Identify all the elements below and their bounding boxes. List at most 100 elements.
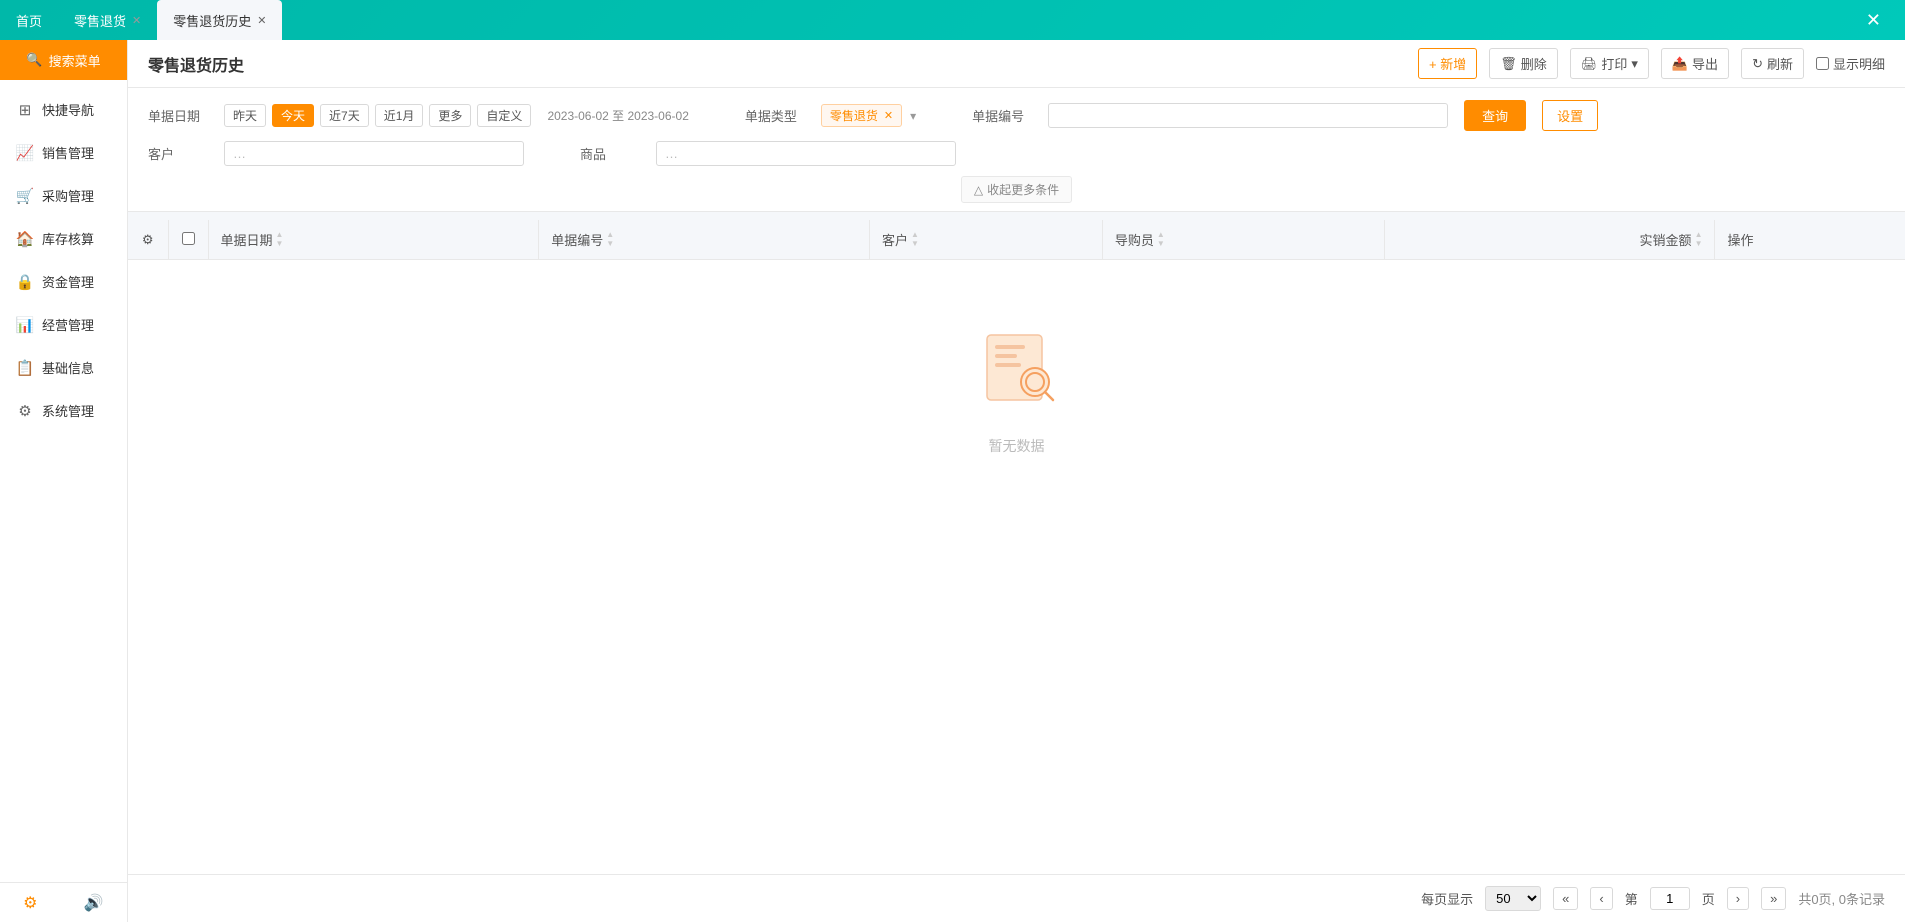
- col-actual-amount-sort[interactable]: ▲ ▼: [1695, 231, 1703, 248]
- page-header: 零售退货历史 + 新增 🗑 删除 🖨 打印 ▾ 📤 导出 ↻: [128, 40, 1905, 88]
- sidebar-item-operations[interactable]: 📊 经营管理: [0, 303, 127, 346]
- purchase-mgmt-icon: 🛒: [16, 187, 34, 205]
- sidebar-item-sys-mgmt-label: 系统管理: [42, 401, 94, 420]
- settings-button[interactable]: 设置: [1542, 100, 1598, 131]
- search-icon: 🔍: [26, 52, 42, 68]
- sidebar-item-sales-mgmt[interactable]: 📈 销售管理: [0, 131, 127, 174]
- date-btn-custom[interactable]: 自定义: [477, 104, 531, 127]
- empty-icon: [967, 320, 1067, 420]
- sort-up-icon: ▲: [1695, 231, 1703, 239]
- customer-input[interactable]: …: [224, 141, 524, 166]
- tab-retail-return-close[interactable]: ✕: [132, 14, 141, 27]
- sort-up-icon: ▲: [911, 231, 919, 239]
- refresh-icon: ↻: [1752, 56, 1763, 72]
- col-checkbox[interactable]: [168, 220, 208, 260]
- goods-placeholder: …: [665, 146, 678, 161]
- doc-type-tag-value: 零售退货: [830, 107, 878, 124]
- data-table: ⚙ 单据日期 ▲ ▼: [128, 220, 1905, 260]
- col-doc-number-sort[interactable]: ▲ ▼: [606, 231, 614, 248]
- tab-list: 首页 零售退货 ✕ 零售退货历史 ✕: [0, 0, 1858, 40]
- page-size-select[interactable]: 50 20 100: [1485, 886, 1541, 911]
- col-settings[interactable]: ⚙: [128, 220, 168, 260]
- goods-input[interactable]: …: [656, 141, 956, 166]
- next-page-button[interactable]: ›: [1727, 887, 1749, 910]
- sidebar-item-base-info[interactable]: 📋 基础信息: [0, 346, 127, 389]
- refresh-button[interactable]: ↻ 刷新: [1741, 48, 1804, 79]
- select-all-checkbox[interactable]: [182, 232, 195, 245]
- tab-retail-return[interactable]: 零售退货 ✕: [58, 0, 157, 40]
- sidebar-item-base-info-label: 基础信息: [42, 358, 94, 377]
- sidebar-item-purchase-mgmt[interactable]: 🛒 采购管理: [0, 174, 127, 217]
- pagination-bar: 每页显示 50 20 100 « ‹ 第 页 › » 共0页, 0条记录: [128, 874, 1905, 922]
- settings-col-icon[interactable]: ⚙: [142, 232, 154, 247]
- col-customer-sort[interactable]: ▲ ▼: [911, 231, 919, 248]
- tab-retail-return-history-close[interactable]: ✕: [257, 14, 266, 27]
- customer-placeholder: …: [233, 146, 246, 161]
- doc-type-tag[interactable]: 零售退货 ✕: [821, 104, 902, 127]
- col-doc-number: 单据编号 ▲ ▼: [539, 220, 870, 260]
- tab-retail-return-history[interactable]: 零售退货历史 ✕: [157, 0, 282, 40]
- tab-home[interactable]: 首页: [0, 0, 58, 40]
- doc-type-dropdown-icon[interactable]: ▾: [910, 109, 916, 123]
- delete-button[interactable]: 🗑 删除: [1489, 48, 1558, 79]
- sidebar-item-quick-nav[interactable]: ⊞ 快捷导航: [0, 88, 127, 131]
- date-btn-1month[interactable]: 近1月: [375, 104, 424, 127]
- top-bar: 首页 零售退货 ✕ 零售退货历史 ✕ ✕: [0, 0, 1905, 40]
- sidebar-item-inventory-label: 库存核算: [42, 229, 94, 248]
- sidebar-item-inventory[interactable]: 🏠 库存核算: [0, 217, 127, 260]
- col-doc-date-sort[interactable]: ▲ ▼: [276, 231, 284, 248]
- sort-up-icon: ▲: [1157, 231, 1165, 239]
- empty-state: 暂无数据: [128, 260, 1905, 516]
- date-btn-7days[interactable]: 近7天: [320, 104, 369, 127]
- show-detail-checkbox[interactable]: [1816, 57, 1829, 70]
- sort-down-icon: ▼: [606, 240, 614, 248]
- sidebar-audio-button[interactable]: 🔊: [84, 893, 104, 913]
- date-btn-more[interactable]: 更多: [429, 104, 471, 127]
- print-arrow-icon: ▾: [1631, 56, 1638, 72]
- sidebar-item-sales-mgmt-label: 销售管理: [42, 143, 94, 162]
- sidebar-settings-button[interactable]: ⚙: [23, 893, 37, 913]
- col-guide-label: 导购员: [1115, 230, 1154, 249]
- first-page-button[interactable]: «: [1553, 887, 1578, 910]
- print-icon: 🖨: [1581, 56, 1598, 72]
- sidebar-item-quick-nav-label: 快捷导航: [42, 100, 94, 119]
- top-bar-right: ✕: [1858, 10, 1905, 31]
- page-label: 页: [1702, 889, 1715, 908]
- doc-type-tag-close-icon[interactable]: ✕: [884, 109, 893, 122]
- date-btn-yesterday[interactable]: 昨天: [224, 104, 266, 127]
- col-guide-sort[interactable]: ▲ ▼: [1157, 231, 1165, 248]
- col-action: 操作: [1715, 220, 1905, 260]
- col-doc-date: 单据日期 ▲ ▼: [208, 220, 539, 260]
- doc-type-select[interactable]: 零售退货 ✕ ▾: [821, 104, 916, 127]
- export-button[interactable]: 📤 导出: [1661, 48, 1729, 79]
- last-page-button[interactable]: »: [1761, 887, 1786, 910]
- new-button[interactable]: + 新增: [1418, 48, 1477, 79]
- date-range-display: 2023-06-02 至 2023-06-02: [547, 107, 688, 124]
- col-doc-number-label: 单据编号: [551, 230, 603, 249]
- sidebar-item-purchase-mgmt-label: 采购管理: [42, 186, 94, 205]
- page-number-input[interactable]: [1650, 887, 1690, 910]
- table-header: ⚙ 单据日期 ▲ ▼: [128, 220, 1905, 260]
- print-button[interactable]: 🖨 打印 ▾: [1570, 48, 1649, 79]
- inventory-icon: 🏠: [16, 230, 34, 248]
- sidebar-item-finance-label: 资金管理: [42, 272, 94, 291]
- col-actual-amount-label: 实销金额: [1640, 230, 1692, 249]
- query-button[interactable]: 查询: [1464, 100, 1526, 131]
- prev-page-button[interactable]: ‹: [1590, 887, 1612, 910]
- date-btn-today[interactable]: 今天: [272, 104, 314, 127]
- window-close-button[interactable]: ✕: [1858, 10, 1889, 31]
- doc-number-label: 单据编号: [972, 106, 1032, 125]
- sort-down-icon: ▼: [1695, 240, 1703, 248]
- show-detail-toggle: 显示明细: [1816, 54, 1885, 73]
- col-customer-label: 客户: [882, 230, 908, 249]
- doc-number-input[interactable]: [1048, 103, 1448, 128]
- collapse-up-icon: △: [974, 183, 983, 197]
- content-area: 零售退货历史 + 新增 🗑 删除 🖨 打印 ▾ 📤 导出 ↻: [128, 40, 1905, 922]
- sort-up-icon: ▲: [276, 231, 284, 239]
- sidebar-item-finance[interactable]: 🔒 资金管理: [0, 260, 127, 303]
- collapse-button[interactable]: △ 收起更多条件: [961, 176, 1072, 203]
- sort-down-icon: ▼: [276, 240, 284, 248]
- export-icon: 📤: [1672, 56, 1688, 72]
- sidebar-item-sys-mgmt[interactable]: ⚙ 系统管理: [0, 389, 127, 432]
- sidebar-search[interactable]: 🔍 搜索菜单: [0, 40, 127, 80]
